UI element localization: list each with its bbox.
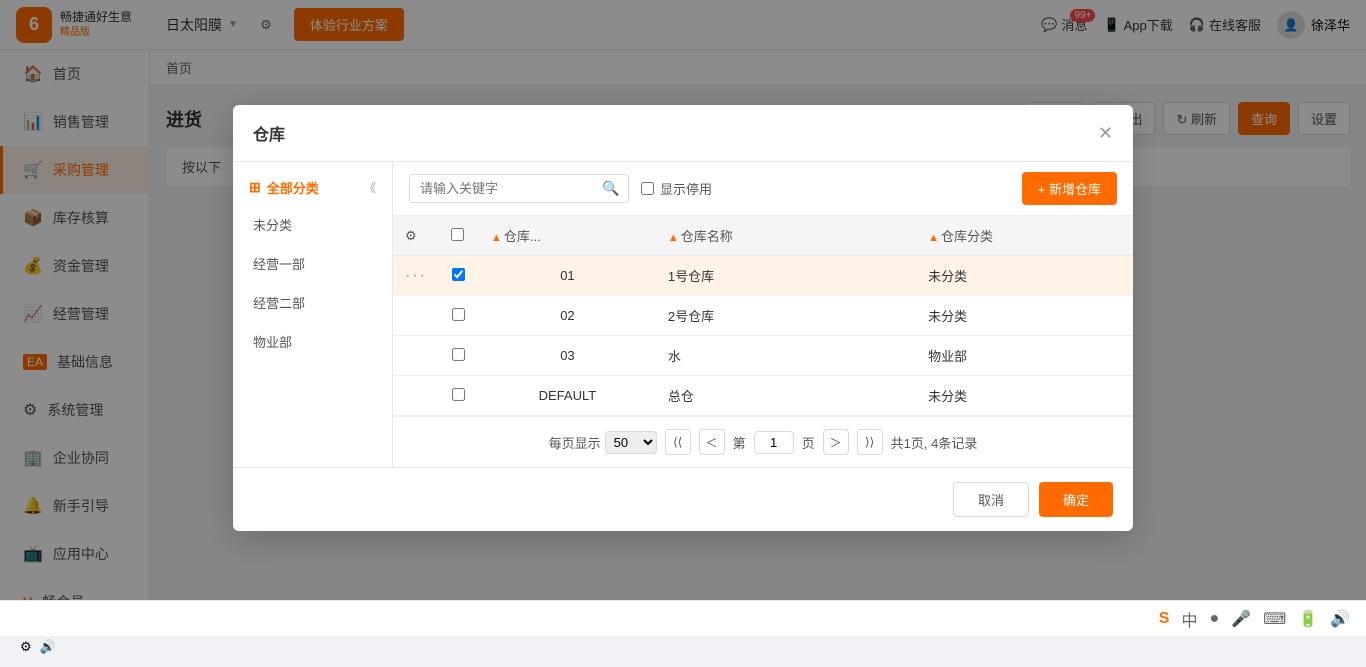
modal-body: ⊞ 全部分类 《 未分类 经营一部 经营二部 物业部 🔍 <box>233 162 1133 467</box>
modal-title: 仓库 <box>253 121 285 145</box>
page-size-select[interactable]: 10 20 50 100 <box>605 431 657 454</box>
modal-footer: 取消 确定 <box>233 467 1133 531</box>
wifi-icon: ● <box>1209 610 1219 628</box>
th-category: ▲仓库分类 <box>916 216 1133 256</box>
bottom-status-bar: S 中 ● 🎤 ⌨ 🔋 🔊 <box>0 600 1366 636</box>
row-cat-1: 未分类 <box>916 256 1133 296</box>
zh-icon: 中 <box>1181 607 1197 631</box>
cancel-button[interactable]: 取消 <box>953 482 1029 517</box>
warehouse-table: ⚙ ▲仓库... ▲仓库名称 <box>393 216 1133 416</box>
show-disabled-label: 显示停用 <box>641 179 712 198</box>
category-sidebar: ⊞ 全部分类 《 未分类 经营一部 经营二部 物业部 <box>233 162 393 467</box>
th-checkbox <box>439 216 479 256</box>
cat-item-property[interactable]: 物业部 <box>233 322 392 361</box>
table-scroll: ⚙ ▲仓库... ▲仓库名称 <box>393 216 1133 416</box>
sort-icon-2: ▲ <box>668 232 679 244</box>
row-name-1: 1号仓库 <box>656 256 916 296</box>
th-code: ▲仓库... <box>479 216 656 256</box>
row-checkbox-cell <box>439 256 479 296</box>
pagination: 每页显示 10 20 50 100 ⟨⟨ ＜ 第 页 ＞ ⟩⟩ <box>393 416 1133 467</box>
volume-icon[interactable]: 🔊 <box>40 639 56 655</box>
row-gear <box>393 296 439 336</box>
row-checkbox-2[interactable] <box>452 308 465 321</box>
cat-item-operations2[interactable]: 经营二部 <box>233 283 392 322</box>
row-name-2: 2号仓库 <box>656 296 916 336</box>
next-page-button[interactable]: ＞ <box>823 429 849 455</box>
table-head: ⚙ ▲仓库... ▲仓库名称 <box>393 216 1133 256</box>
th-name: ▲仓库名称 <box>656 216 916 256</box>
modal-close-button[interactable]: ✕ <box>1098 124 1113 142</box>
row-gear <box>393 336 439 376</box>
table-row[interactable]: 02 2号仓库 未分类 <box>393 296 1133 336</box>
row-cat-2: 未分类 <box>916 296 1133 336</box>
table-body: ··· 01 1号仓库 未分类 <box>393 256 1133 416</box>
row-num-1: 01 <box>479 256 656 296</box>
last-page-button[interactable]: ⟩⟩ <box>857 429 883 455</box>
row-num-3: 03 <box>479 336 656 376</box>
warehouse-modal: 仓库 ✕ ⊞ 全部分类 《 未分类 经营一部 经营二部 物业部 <box>233 105 1133 531</box>
s-logo-icon: S <box>1159 610 1170 628</box>
table-area: 🔍 显示停用 + 新增仓库 ⚙ <box>393 162 1133 467</box>
row-checkbox-cell <box>439 376 479 416</box>
row-checkbox-cell <box>439 336 479 376</box>
row-gear <box>393 376 439 416</box>
cat-item-unclassified[interactable]: 未分类 <box>233 205 392 244</box>
row-num-2: 02 <box>479 296 656 336</box>
row-checkbox-4[interactable] <box>452 388 465 401</box>
row-num-4: DEFAULT <box>479 376 656 416</box>
prev-page-button[interactable]: ＜ <box>699 429 725 455</box>
total-info: 共1页, 4条记录 <box>891 433 978 452</box>
category-header: ⊞ 全部分类 《 <box>233 170 392 205</box>
first-page-button[interactable]: ⟨⟨ <box>665 429 691 455</box>
cat-item-operations1[interactable]: 经营一部 <box>233 244 392 283</box>
table-toolbar: 🔍 显示停用 + 新增仓库 <box>393 162 1133 216</box>
all-categories-button[interactable]: ⊞ 全部分类 <box>249 178 319 197</box>
select-all-checkbox[interactable] <box>451 228 464 241</box>
mic-icon: 🎤 <box>1231 609 1251 629</box>
row-name-4: 总仓 <box>656 376 916 416</box>
sort-icon: ▲ <box>491 232 502 244</box>
show-disabled-checkbox[interactable] <box>641 182 654 195</box>
header-row: ⚙ ▲仓库... ▲仓库名称 <box>393 216 1133 256</box>
table-row[interactable]: 03 水 物业部 <box>393 336 1133 376</box>
page-size-selector: 每页显示 10 20 50 100 <box>549 431 657 454</box>
add-warehouse-button[interactable]: + 新增仓库 <box>1022 172 1117 205</box>
collapse-button[interactable]: 《 <box>364 179 376 196</box>
row-cat-4: 未分类 <box>916 376 1133 416</box>
row-checkbox-1[interactable] <box>452 268 465 281</box>
settings-bottom-icon[interactable]: ⚙ <box>20 639 32 655</box>
row-gear: ··· <box>393 256 439 296</box>
battery-icon: 🔋 <box>1298 609 1318 629</box>
modal-header: 仓库 ✕ <box>233 105 1133 162</box>
page-label-2: 页 <box>802 433 815 452</box>
page-number-input[interactable] <box>754 431 794 454</box>
table-row[interactable]: DEFAULT 总仓 未分类 <box>393 376 1133 416</box>
row-checkbox-3[interactable] <box>452 348 465 361</box>
search-icon[interactable]: 🔍 <box>602 180 619 197</box>
grid-icon: ⊞ <box>249 179 261 196</box>
row-cat-3: 物业部 <box>916 336 1133 376</box>
th-settings: ⚙ <box>393 216 439 256</box>
sort-icon-3: ▲ <box>928 232 939 244</box>
modal-overlay[interactable]: 仓库 ✕ ⊞ 全部分类 《 未分类 经营一部 经营二部 物业部 <box>0 0 1366 636</box>
gear-header-icon: ⚙ <box>405 228 417 243</box>
row-name-3: 水 <box>656 336 916 376</box>
search-box: 🔍 <box>409 174 629 203</box>
page-label: 第 <box>733 433 746 452</box>
table-row[interactable]: ··· 01 1号仓库 未分类 <box>393 256 1133 296</box>
confirm-button[interactable]: 确定 <box>1039 482 1113 517</box>
row-checkbox-cell <box>439 296 479 336</box>
more-dots-icon: ··· <box>405 267 427 284</box>
search-input[interactable] <box>420 181 596 196</box>
keyboard-icon: ⌨ <box>1263 609 1286 629</box>
volume-status-icon: 🔊 <box>1330 609 1350 629</box>
